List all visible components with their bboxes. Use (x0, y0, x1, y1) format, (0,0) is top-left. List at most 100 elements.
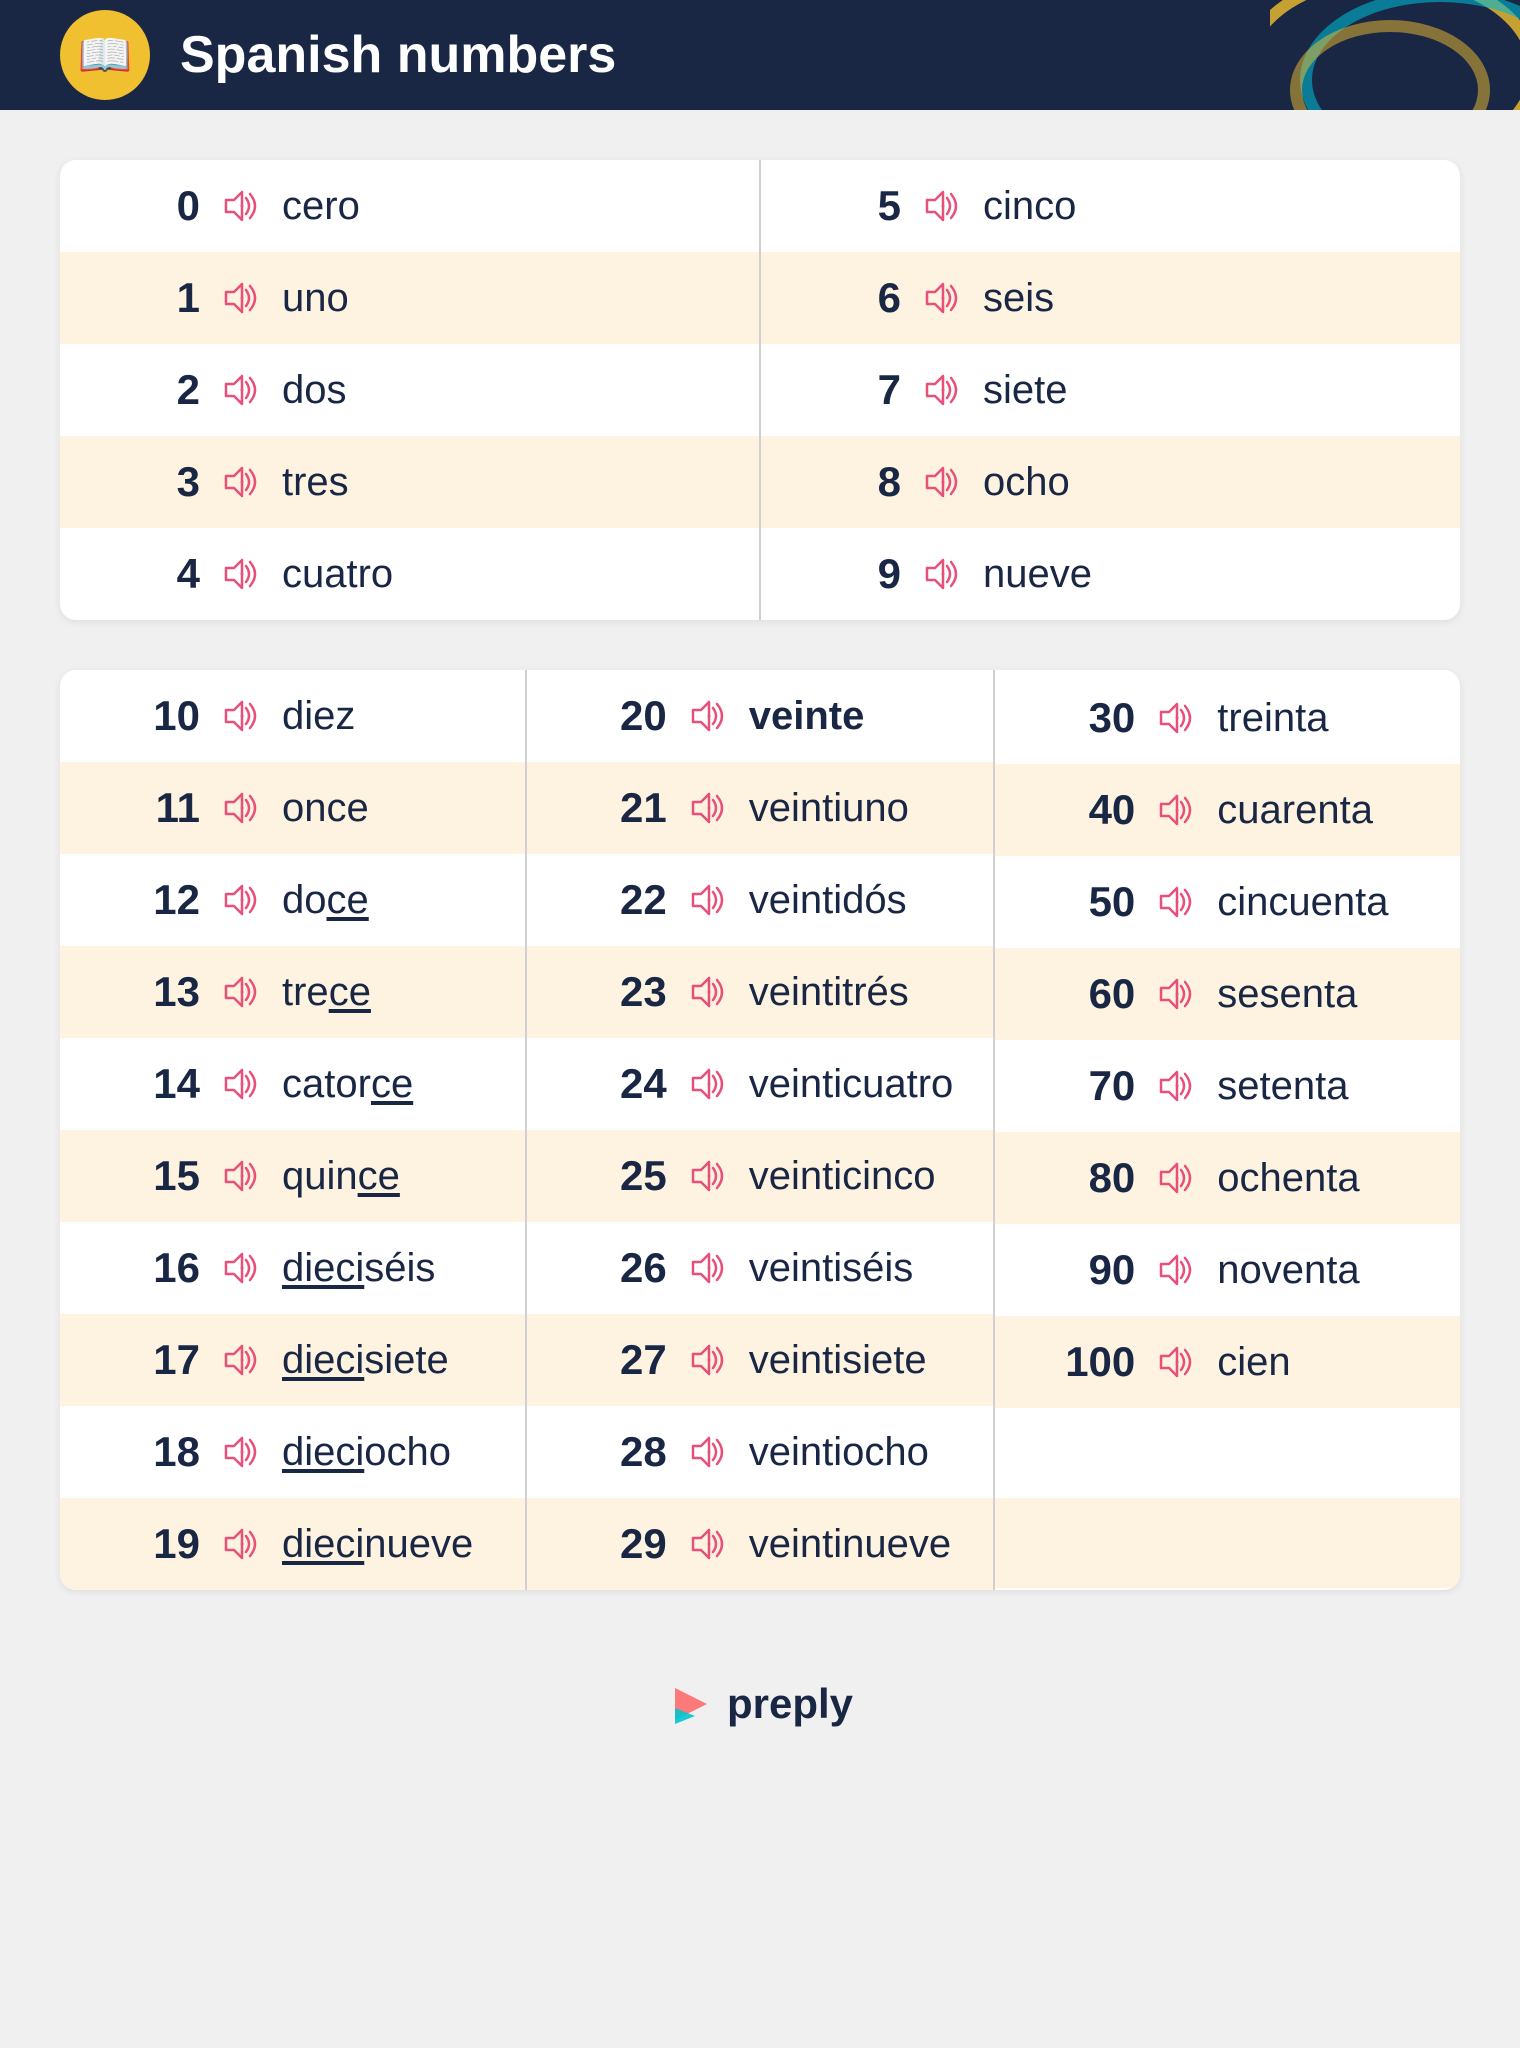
speaker-icon[interactable] (1155, 1344, 1199, 1380)
number-label: 26 (567, 1244, 667, 1292)
speaker-icon[interactable] (1155, 976, 1199, 1012)
table-0-to-9: 0 cero 1 uno 2 dos 3 tres 4 (60, 160, 1460, 620)
list-item: 8 ocho (761, 436, 1460, 528)
header-logo: 📖 (60, 10, 150, 100)
number-label: 1 (100, 274, 200, 322)
speaker-icon[interactable] (1155, 1160, 1199, 1196)
list-item: 24 veinticuatro (527, 1038, 994, 1130)
table-body: 10 diez 11 once 12 doce 13 trece 14 (60, 670, 1460, 1590)
list-item: 10 diez (60, 670, 525, 762)
page-header: 📖 Spanish numbers (0, 0, 1520, 110)
table-body: 0 cero 1 uno 2 dos 3 tres 4 (60, 160, 1460, 620)
list-item: 29 veintinueve (527, 1498, 994, 1590)
speaker-icon[interactable] (1155, 1068, 1199, 1104)
list-item: 50 cincuenta (995, 856, 1460, 948)
speaker-icon[interactable] (687, 698, 731, 734)
number-label: 21 (567, 784, 667, 832)
speaker-icon[interactable] (220, 974, 264, 1010)
list-item: 27 veintisiete (527, 1314, 994, 1406)
number-label: 13 (100, 968, 200, 1016)
main-content: 0 cero 1 uno 2 dos 3 tres 4 (60, 110, 1460, 1640)
number-label: 24 (567, 1060, 667, 1108)
list-item: 16 dieciséis (60, 1222, 525, 1314)
speaker-icon[interactable] (687, 1158, 731, 1194)
speaker-icon[interactable] (1155, 792, 1199, 828)
speaker-icon[interactable] (921, 556, 965, 592)
list-item: 17 diecisiete (60, 1314, 525, 1406)
list-item: 22 veintidós (527, 854, 994, 946)
number-label: 7 (801, 366, 901, 414)
col-10s: 10 diez 11 once 12 doce 13 trece 14 (60, 670, 527, 1590)
number-label: 100 (1035, 1338, 1135, 1386)
list-item: 2 dos (60, 344, 759, 436)
number-label: 8 (801, 458, 901, 506)
list-item: 30 treinta (995, 672, 1460, 764)
col-right: 5 cinco 6 seis 7 siete 8 ocho 9 (761, 160, 1460, 620)
list-item: 80 ochenta (995, 1132, 1460, 1224)
speaker-icon[interactable] (687, 882, 731, 918)
list-item: 18 dieciocho (60, 1406, 525, 1498)
number-label: 5 (801, 182, 901, 230)
speaker-icon[interactable] (687, 1342, 731, 1378)
speaker-icon[interactable] (220, 1066, 264, 1102)
number-label: 90 (1035, 1246, 1135, 1294)
number-label: 9 (801, 550, 901, 598)
list-item: 40 cuarenta (995, 764, 1460, 856)
speaker-icon[interactable] (220, 280, 264, 316)
speaker-icon[interactable] (220, 464, 264, 500)
speaker-icon[interactable] (1155, 884, 1199, 920)
speaker-icon[interactable] (687, 974, 731, 1010)
list-item: 26 veintiséis (527, 1222, 994, 1314)
number-label: 30 (1035, 694, 1135, 742)
speaker-icon[interactable] (921, 464, 965, 500)
number-label: 29 (567, 1520, 667, 1568)
number-label: 6 (801, 274, 901, 322)
number-label: 80 (1035, 1154, 1135, 1202)
speaker-icon[interactable] (1155, 1252, 1199, 1288)
speaker-icon[interactable] (220, 882, 264, 918)
list-item: 1 uno (60, 252, 759, 344)
number-label: 0 (100, 182, 200, 230)
speaker-icon[interactable] (220, 1158, 264, 1194)
preply-label: preply (727, 1680, 853, 1728)
number-label: 40 (1035, 786, 1135, 834)
list-item: 20 veinte (527, 670, 994, 762)
speaker-icon[interactable] (220, 188, 264, 224)
list-item: 23 veintitrés (527, 946, 994, 1038)
list-item: 14 catorce (60, 1038, 525, 1130)
speaker-icon[interactable] (687, 1434, 731, 1470)
speaker-icon[interactable] (220, 790, 264, 826)
speaker-icon[interactable] (921, 372, 965, 408)
number-label: 11 (100, 784, 200, 832)
number-label: 4 (100, 550, 200, 598)
number-label: 70 (1035, 1062, 1135, 1110)
header-decoration (1270, 0, 1520, 110)
number-label: 10 (100, 692, 200, 740)
speaker-icon[interactable] (220, 1250, 264, 1286)
speaker-icon[interactable] (687, 1066, 731, 1102)
speaker-icon[interactable] (220, 1342, 264, 1378)
speaker-icon[interactable] (220, 1434, 264, 1470)
speaker-icon[interactable] (220, 556, 264, 592)
preply-branding: preply (667, 1680, 853, 1728)
speaker-icon[interactable] (687, 790, 731, 826)
preply-icon (667, 1680, 715, 1728)
speaker-icon[interactable] (220, 698, 264, 734)
speaker-icon[interactable] (687, 1250, 731, 1286)
speaker-icon[interactable] (687, 1526, 731, 1562)
speaker-icon[interactable] (1155, 700, 1199, 736)
col-30s-100: 30 treinta 40 cuarenta 50 cincuenta 60 s… (995, 672, 1460, 1588)
speaker-icon[interactable] (220, 372, 264, 408)
number-label: 19 (100, 1520, 200, 1568)
list-item: 4 cuatro (60, 528, 759, 620)
list-item: 25 veinticinco (527, 1130, 994, 1222)
number-label: 15 (100, 1152, 200, 1200)
speaker-icon[interactable] (220, 1526, 264, 1562)
number-label: 60 (1035, 970, 1135, 1018)
list-item: 12 doce (60, 854, 525, 946)
number-label: 28 (567, 1428, 667, 1476)
speaker-icon[interactable] (921, 280, 965, 316)
speaker-icon[interactable] (921, 188, 965, 224)
list-item: 100 cien (995, 1316, 1460, 1408)
number-label: 25 (567, 1152, 667, 1200)
